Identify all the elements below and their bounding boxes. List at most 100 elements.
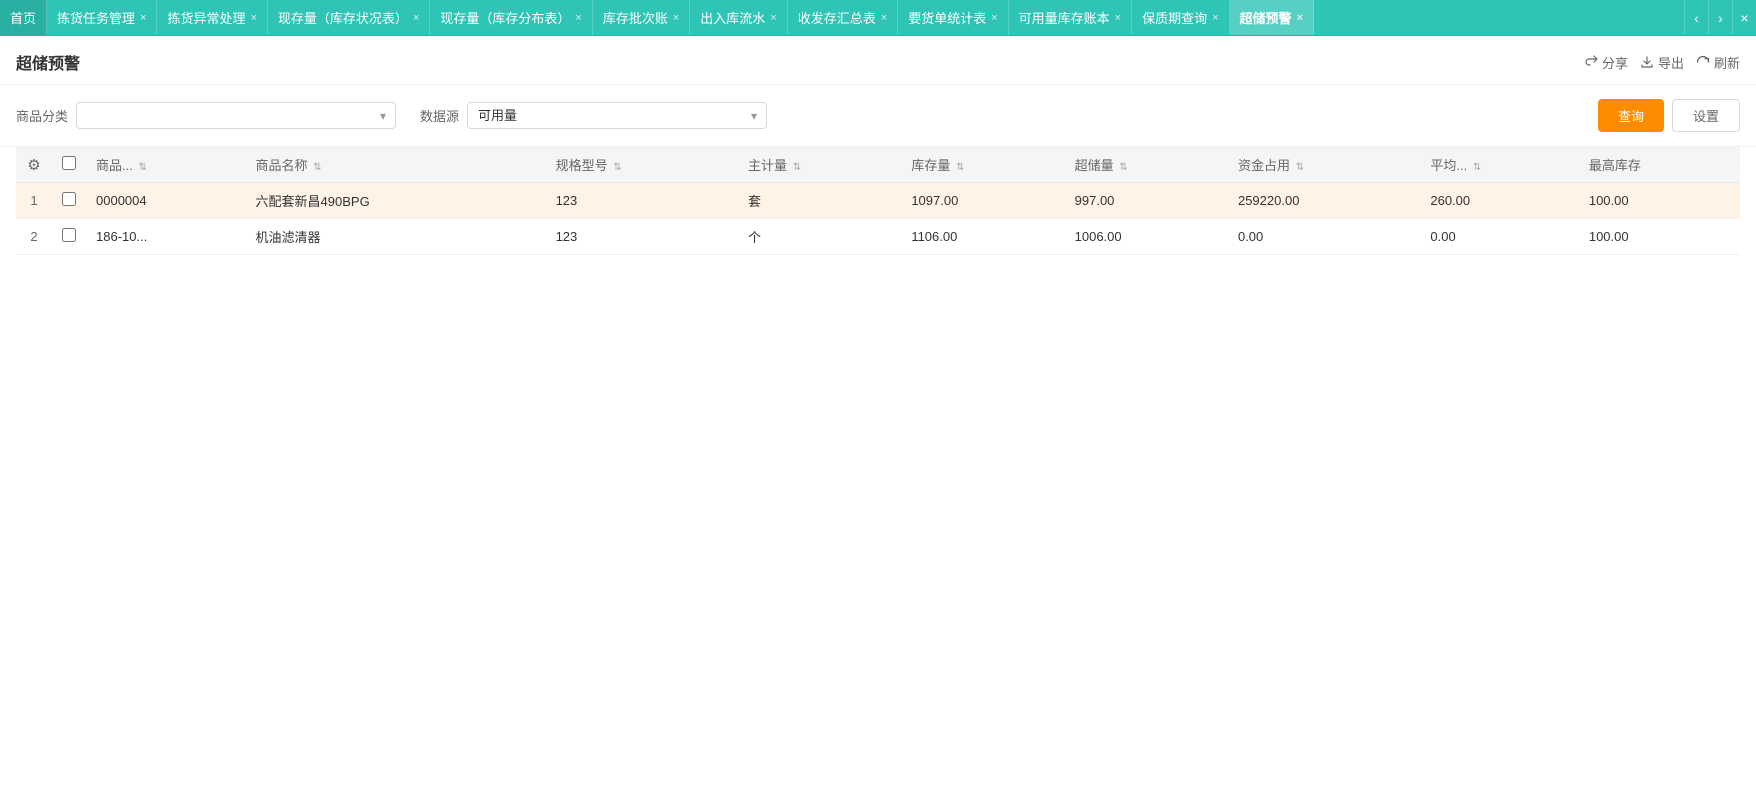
row-checkbox-cell[interactable] bbox=[52, 219, 86, 255]
product-name: 机油滤清器 bbox=[246, 219, 546, 255]
over-stock-qty: 997.00 bbox=[1065, 183, 1228, 219]
table-body: 1 0000004 六配套新昌490BPG 123 套 1097.00 997.… bbox=[16, 183, 1740, 255]
col-overstock: 超储量 ⇅ bbox=[1065, 147, 1228, 183]
select-all-checkbox[interactable] bbox=[62, 156, 76, 170]
close-icon[interactable]: × bbox=[881, 12, 887, 24]
table-row: 2 186-10... 机油滤清器 123 个 1106.00 1006.00 … bbox=[16, 219, 1740, 255]
close-icon[interactable]: × bbox=[413, 12, 419, 24]
avg-price: 0.00 bbox=[1420, 219, 1578, 255]
nav-item-order-stat[interactable]: 要货单统计表 × bbox=[898, 0, 1008, 35]
close-icon[interactable]: × bbox=[140, 12, 146, 24]
row-checkbox-cell[interactable] bbox=[52, 183, 86, 219]
close-icon[interactable]: × bbox=[770, 12, 776, 24]
sort-icon[interactable]: ⇅ bbox=[1119, 162, 1127, 173]
share-icon bbox=[1584, 55, 1598, 69]
capital-amount: 0.00 bbox=[1228, 219, 1420, 255]
close-icon[interactable]: × bbox=[1297, 12, 1303, 24]
close-icon[interactable]: × bbox=[991, 12, 997, 24]
nav-arrows: ‹ › × bbox=[1684, 0, 1756, 36]
close-icon[interactable]: × bbox=[1115, 12, 1121, 24]
row-checkbox[interactable] bbox=[62, 192, 76, 206]
datasource-label: 数据源 bbox=[420, 106, 459, 125]
product-code: 0000004 bbox=[86, 183, 246, 219]
category-label: 商品分类 bbox=[16, 106, 68, 125]
nav-arrow-left[interactable]: ‹ bbox=[1684, 0, 1708, 36]
nav-item-abnormal[interactable]: 拣货异常处理 × bbox=[157, 0, 267, 35]
col-product-code: 商品... ⇅ bbox=[86, 147, 246, 183]
stock-qty: 1106.00 bbox=[901, 219, 1064, 255]
settings-button[interactable]: 设置 bbox=[1672, 99, 1740, 132]
sort-icon[interactable]: ⇅ bbox=[613, 162, 621, 173]
product-unit: 套 bbox=[738, 183, 901, 219]
col-unit: 主计量 ⇅ bbox=[738, 147, 901, 183]
row-checkbox[interactable] bbox=[62, 228, 76, 242]
nav-arrow-right[interactable]: › bbox=[1708, 0, 1732, 36]
settings-gear-header[interactable]: ⚙ bbox=[16, 147, 52, 183]
nav-item-summary[interactable]: 收发存汇总表 × bbox=[788, 0, 898, 35]
sort-icon[interactable]: ⇅ bbox=[793, 162, 801, 173]
nav-item-home[interactable]: 首页 bbox=[0, 0, 47, 35]
product-name: 六配套新昌490BPG bbox=[246, 183, 546, 219]
col-spec: 规格型号 ⇅ bbox=[546, 147, 738, 183]
close-icon[interactable]: × bbox=[250, 12, 256, 24]
nav-item-overstock[interactable]: 超储预警 × bbox=[1230, 0, 1314, 35]
export-button[interactable]: 导出 bbox=[1640, 53, 1684, 72]
col-avg: 平均... ⇅ bbox=[1420, 147, 1578, 183]
category-select[interactable] bbox=[76, 102, 396, 129]
over-stock-qty: 1006.00 bbox=[1065, 219, 1228, 255]
top-navigation: 首页 拣货任务管理 × 拣货异常处理 × 现存量（库存状况表） × 现存量（库存… bbox=[0, 0, 1756, 36]
sort-icon[interactable]: ⇅ bbox=[1473, 162, 1481, 173]
query-button[interactable]: 查询 bbox=[1598, 99, 1664, 132]
page-header: 超储预警 分享 导出 刷新 bbox=[0, 36, 1756, 85]
row-index: 1 bbox=[16, 183, 52, 219]
page-title: 超储预警 bbox=[16, 50, 80, 74]
select-all-header[interactable] bbox=[52, 147, 86, 183]
filter-bar: 商品分类 数据源 可用量 查询 设置 bbox=[0, 85, 1756, 147]
nav-arrow-close[interactable]: × bbox=[1732, 0, 1756, 36]
export-icon bbox=[1640, 55, 1654, 69]
filter-actions: 查询 设置 bbox=[1598, 99, 1740, 132]
share-button[interactable]: 分享 bbox=[1584, 53, 1628, 72]
nav-item-expiry[interactable]: 保质期查询 × bbox=[1132, 0, 1229, 35]
close-icon[interactable]: × bbox=[575, 12, 581, 24]
datasource-select-wrapper: 可用量 bbox=[467, 102, 767, 129]
max-stock: 100.00 bbox=[1579, 219, 1740, 255]
table-container: ⚙ 商品... ⇅ 商品名称 ⇅ 规格型号 ⇅ bbox=[0, 147, 1756, 255]
nav-item-task-mgmt[interactable]: 拣货任务管理 × bbox=[47, 0, 157, 35]
overstock-table: ⚙ 商品... ⇅ 商品名称 ⇅ 规格型号 ⇅ bbox=[16, 147, 1740, 255]
nav-item-stock-status[interactable]: 现存量（库存状况表） × bbox=[268, 0, 430, 35]
col-max-stock: 最高库存 bbox=[1579, 147, 1740, 183]
datasource-filter: 数据源 可用量 bbox=[420, 102, 767, 129]
table-header-row: ⚙ 商品... ⇅ 商品名称 ⇅ 规格型号 ⇅ bbox=[16, 147, 1740, 183]
category-filter: 商品分类 bbox=[16, 102, 396, 129]
row-index: 2 bbox=[16, 219, 52, 255]
sort-icon[interactable]: ⇅ bbox=[313, 162, 321, 173]
col-product-name: 商品名称 ⇅ bbox=[246, 147, 546, 183]
max-stock: 100.00 bbox=[1579, 183, 1740, 219]
datasource-select[interactable]: 可用量 bbox=[467, 102, 767, 129]
header-actions: 分享 导出 刷新 bbox=[1584, 53, 1740, 72]
nav-item-batch[interactable]: 库存批次账 × bbox=[593, 0, 690, 35]
close-icon[interactable]: × bbox=[1212, 12, 1218, 24]
gear-icon[interactable]: ⚙ bbox=[27, 157, 40, 174]
sort-icon[interactable]: ⇅ bbox=[956, 162, 964, 173]
product-spec: 123 bbox=[546, 183, 738, 219]
capital-amount: 259220.00 bbox=[1228, 183, 1420, 219]
page-container: 超储预警 分享 导出 刷新 商品 bbox=[0, 36, 1756, 800]
product-unit: 个 bbox=[738, 219, 901, 255]
nav-item-stock-dist[interactable]: 现存量（库存分布表） × bbox=[430, 0, 592, 35]
nav-item-inout[interactable]: 出入库流水 × bbox=[690, 0, 787, 35]
refresh-icon bbox=[1696, 55, 1710, 69]
col-capital: 资金占用 ⇅ bbox=[1228, 147, 1420, 183]
close-icon[interactable]: × bbox=[673, 12, 679, 24]
table-row: 1 0000004 六配套新昌490BPG 123 套 1097.00 997.… bbox=[16, 183, 1740, 219]
sort-icon[interactable]: ⇅ bbox=[1296, 162, 1304, 173]
sort-icon[interactable]: ⇅ bbox=[138, 162, 146, 173]
product-code: 186-10... bbox=[86, 219, 246, 255]
category-select-wrapper bbox=[76, 102, 396, 129]
avg-price: 260.00 bbox=[1420, 183, 1578, 219]
product-spec: 123 bbox=[546, 219, 738, 255]
stock-qty: 1097.00 bbox=[901, 183, 1064, 219]
nav-item-available[interactable]: 可用量库存账本 × bbox=[1009, 0, 1132, 35]
refresh-button[interactable]: 刷新 bbox=[1696, 53, 1740, 72]
